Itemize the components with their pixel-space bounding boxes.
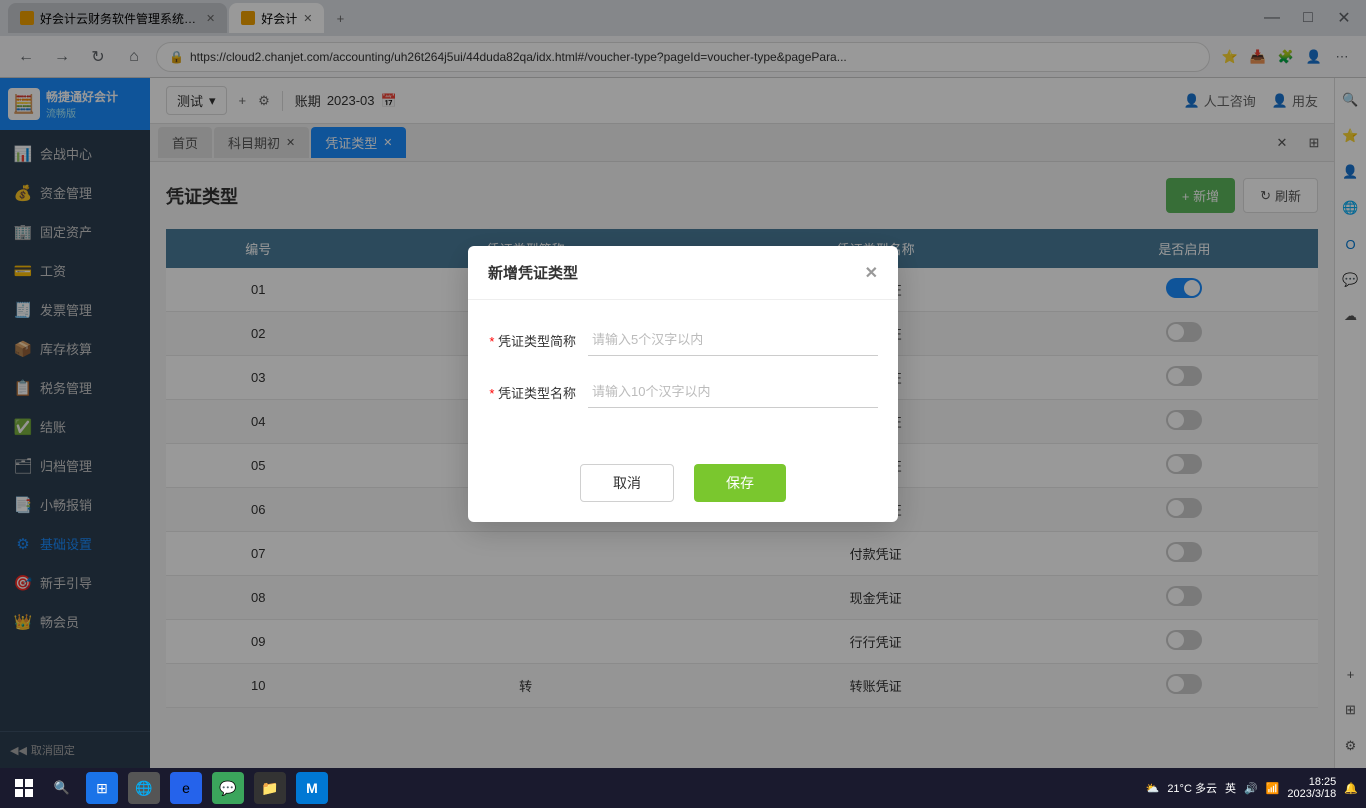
taskbar-app-2[interactable]: 🌐 — [128, 772, 160, 804]
short-name-row: 凭证类型简称 — [488, 324, 878, 356]
modal-close-btn[interactable]: ✕ — [865, 263, 878, 283]
taskbar-search-btn[interactable]: 🔍 — [46, 772, 78, 804]
short-name-label: 凭证类型简称 — [488, 331, 588, 350]
taskbar-sound: 🔊 — [1244, 782, 1258, 795]
taskbar-app-1[interactable]: ⊞ — [86, 772, 118, 804]
modal-body: 凭证类型简称 凭证类型名称 — [468, 300, 898, 452]
modal-footer: 取消 保存 — [468, 452, 898, 522]
taskbar-app-3[interactable]: e — [170, 772, 202, 804]
weather-info: ⛅ — [1146, 782, 1160, 795]
taskbar-right: ⛅ 21°C 多云 英 🔊 📶 18:25 2023/3/18 🔔 — [1146, 776, 1358, 800]
notification-btn[interactable]: 🔔 — [1344, 782, 1358, 795]
taskbar-lang: 英 — [1225, 780, 1236, 796]
taskbar-app-4[interactable]: 💬 — [212, 772, 244, 804]
short-name-input[interactable] — [588, 324, 878, 356]
clock: 18:25 2023/3/18 — [1287, 776, 1336, 800]
taskbar-wifi: 📶 — [1266, 782, 1280, 795]
start-btn[interactable] — [8, 772, 40, 804]
full-name-row: 凭证类型名称 — [488, 376, 878, 408]
taskbar-app-6[interactable]: M — [296, 772, 328, 804]
weather-text: 21°C 多云 — [1167, 780, 1217, 796]
clock-time: 18:25 — [1287, 776, 1336, 788]
full-name-input[interactable] — [588, 376, 878, 408]
modal-overlay: 新增凭证类型 ✕ 凭证类型简称 凭证类型名称 取消 保存 — [0, 0, 1366, 768]
full-name-label: 凭证类型名称 — [488, 383, 588, 402]
taskbar-app-5[interactable]: 📁 — [254, 772, 286, 804]
clock-date: 2023/3/18 — [1287, 788, 1336, 800]
add-voucher-modal: 新增凭证类型 ✕ 凭证类型简称 凭证类型名称 取消 保存 — [468, 246, 898, 522]
save-button[interactable]: 保存 — [694, 464, 786, 502]
modal-title: 新增凭证类型 — [488, 262, 578, 283]
modal-header: 新增凭证类型 ✕ — [468, 246, 898, 300]
cancel-button[interactable]: 取消 — [580, 464, 674, 502]
taskbar: 🔍 ⊞ 🌐 e 💬 📁 M ⛅ 21°C 多云 英 🔊 📶 18:25 2023… — [0, 768, 1366, 808]
